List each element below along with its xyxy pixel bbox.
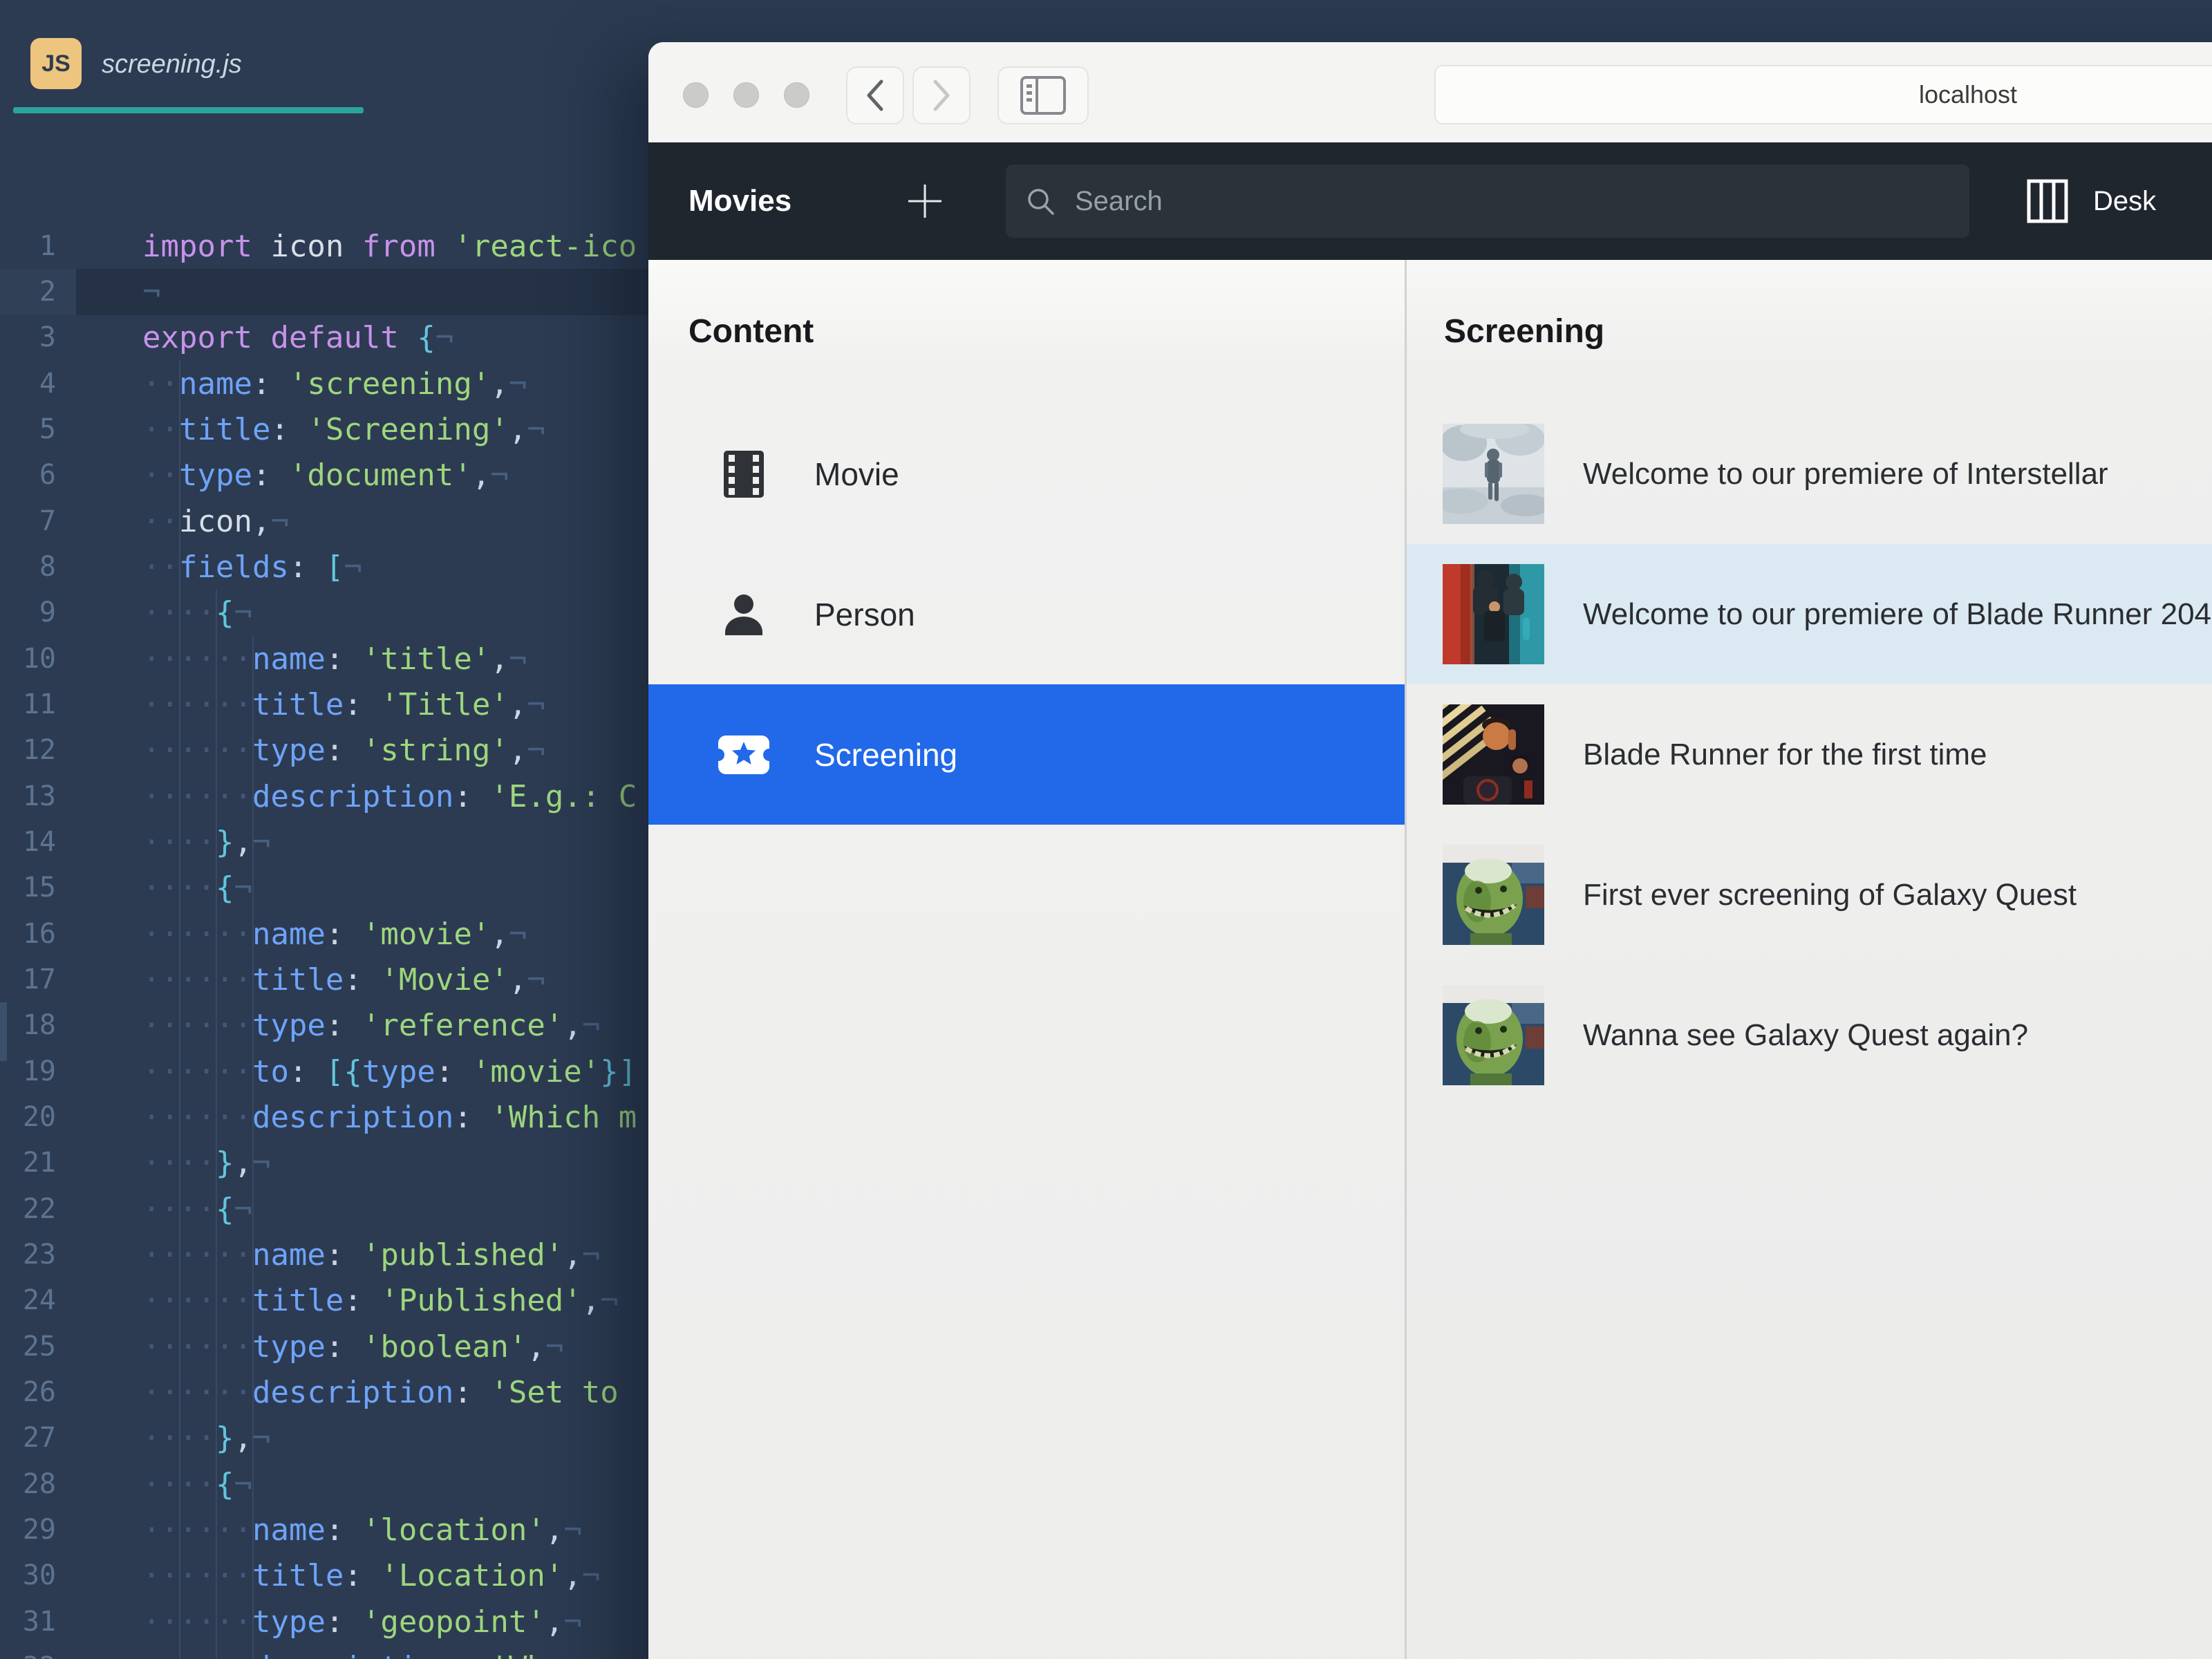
search-input[interactable]	[1074, 185, 1950, 218]
document-list-item[interactable]: Welcome to our premiere of Blade Runner …	[1407, 544, 2212, 684]
plus-icon	[908, 185, 941, 218]
ticket-icon	[718, 733, 770, 777]
line-number: 17	[22, 963, 56, 995]
browser-window: localhost Movies Desk Content Movie Perso…	[648, 42, 2212, 1659]
content-pane: Content Movie Person Screening	[648, 260, 1405, 1659]
line-number: 24	[22, 1284, 56, 1317]
documents-pane: Screening Welcome to our premiere of Int…	[1399, 260, 2212, 1659]
line-number: 25	[22, 1330, 56, 1362]
document-title: Welcome to our premiere of Interstellar	[1583, 456, 2108, 491]
back-icon	[867, 79, 883, 111]
line-number: 12	[22, 734, 56, 767]
line-number: 8	[39, 551, 56, 583]
screen: JS screening.js 1 import icon from 'react…	[0, 0, 2212, 1659]
search-field[interactable]	[1006, 165, 1969, 238]
person-icon	[718, 593, 770, 636]
content-type-item-screening[interactable]: Screening	[648, 684, 1405, 825]
line-number: 9	[39, 597, 56, 629]
editor-tab-filename: screening.js	[102, 50, 242, 79]
document-list-item[interactable]: Blade Runner for the first time	[1399, 684, 2212, 825]
desk-tool-button[interactable]: Desk	[2027, 142, 2156, 260]
line-number: 27	[22, 1422, 56, 1454]
line-number: 32	[0, 1644, 56, 1659]
traffic-light-close[interactable]	[683, 82, 709, 108]
line-number: 10	[22, 642, 56, 675]
galaxyquest-poster-thumbnail	[1443, 985, 1544, 1085]
document-list-item[interactable]: First ever screening of Galaxy Quest	[1407, 825, 2212, 965]
bladerunner2049-poster-thumbnail	[1443, 564, 1544, 664]
content-type-label: Movie	[814, 456, 899, 492]
line-number: 20	[22, 1100, 56, 1133]
line-number: 1	[39, 229, 56, 262]
content-type-item-movie[interactable]: Movie	[648, 404, 1405, 544]
search-icon	[1028, 189, 1054, 215]
document-title: First ever screening of Galaxy Quest	[1583, 877, 2077, 912]
line-number: 15	[22, 872, 56, 904]
line-number: 21	[22, 1147, 56, 1179]
document-title: Blade Runner for the first time	[1583, 737, 1987, 771]
line-number: 11	[22, 688, 56, 720]
line-number: 7	[39, 505, 56, 537]
line-number: 31	[22, 1605, 56, 1638]
traffic-light-minimize[interactable]	[733, 82, 759, 108]
line-number: 29	[22, 1513, 56, 1546]
line-number: 5	[39, 413, 56, 446]
desk-columns-icon	[2027, 179, 2068, 223]
movie-icon	[718, 450, 770, 498]
forward-icon	[933, 79, 950, 111]
create-new-button[interactable]	[906, 182, 944, 221]
content-type-item-person[interactable]: Person	[648, 544, 1405, 684]
line-number: 19	[22, 1055, 56, 1087]
forward-button[interactable]	[912, 66, 971, 124]
project-title: Movies	[688, 184, 792, 218]
back-button[interactable]	[846, 66, 904, 124]
content-type-label: Screening	[814, 736, 958, 773]
line-number: 23	[22, 1238, 56, 1271]
address-bar[interactable]: localhost	[1434, 65, 2212, 124]
documents-pane-heading: Screening	[1444, 313, 1605, 350]
line-number: 28	[22, 1468, 56, 1500]
browser-toolbar: localhost	[648, 42, 2212, 143]
sidebar-icon	[1020, 76, 1066, 115]
interstellar-poster-thumbnail	[1433, 420, 1550, 524]
line-number: 30	[22, 1559, 56, 1592]
js-file-icon: JS	[30, 38, 82, 89]
sidebar-toggle-button[interactable]	[997, 66, 1089, 124]
document-title: Welcome to our premiere of Blade Runner …	[1583, 597, 2212, 631]
content-type-label: Person	[814, 596, 915, 632]
content-items: Movie Person Screening	[648, 404, 1405, 825]
line-number: 26	[22, 1376, 56, 1408]
active-tab-indicator	[13, 107, 364, 113]
line-number: 22	[22, 1192, 56, 1225]
line-number: 4	[39, 367, 56, 400]
line-number: 3	[39, 321, 56, 354]
content-pane-heading: Content	[688, 313, 814, 350]
line-number: 18	[22, 1009, 56, 1042]
line-number: 14	[22, 825, 56, 858]
galaxyquest-poster-thumbnail	[1443, 845, 1544, 945]
document-list-item[interactable]: Welcome to our premiere of Interstellar	[1407, 404, 2212, 544]
line-number: 16	[22, 917, 56, 950]
document-title: Wanna see Galaxy Quest again?	[1583, 1018, 2029, 1052]
line-number: 6	[39, 459, 56, 491]
line-number: 13	[22, 780, 56, 812]
desk-label: Desk	[2093, 185, 2157, 216]
studio-header: Movies Desk	[648, 142, 2212, 260]
bladerunner-poster-thumbnail	[1399, 684, 1544, 805]
traffic-light-zoom[interactable]	[784, 82, 809, 108]
document-list-item[interactable]: Wanna see Galaxy Quest again?	[1407, 965, 2212, 1105]
document-items: Welcome to our premiere of Interstellar W…	[1399, 404, 2212, 1105]
line-number: 2	[39, 276, 56, 308]
